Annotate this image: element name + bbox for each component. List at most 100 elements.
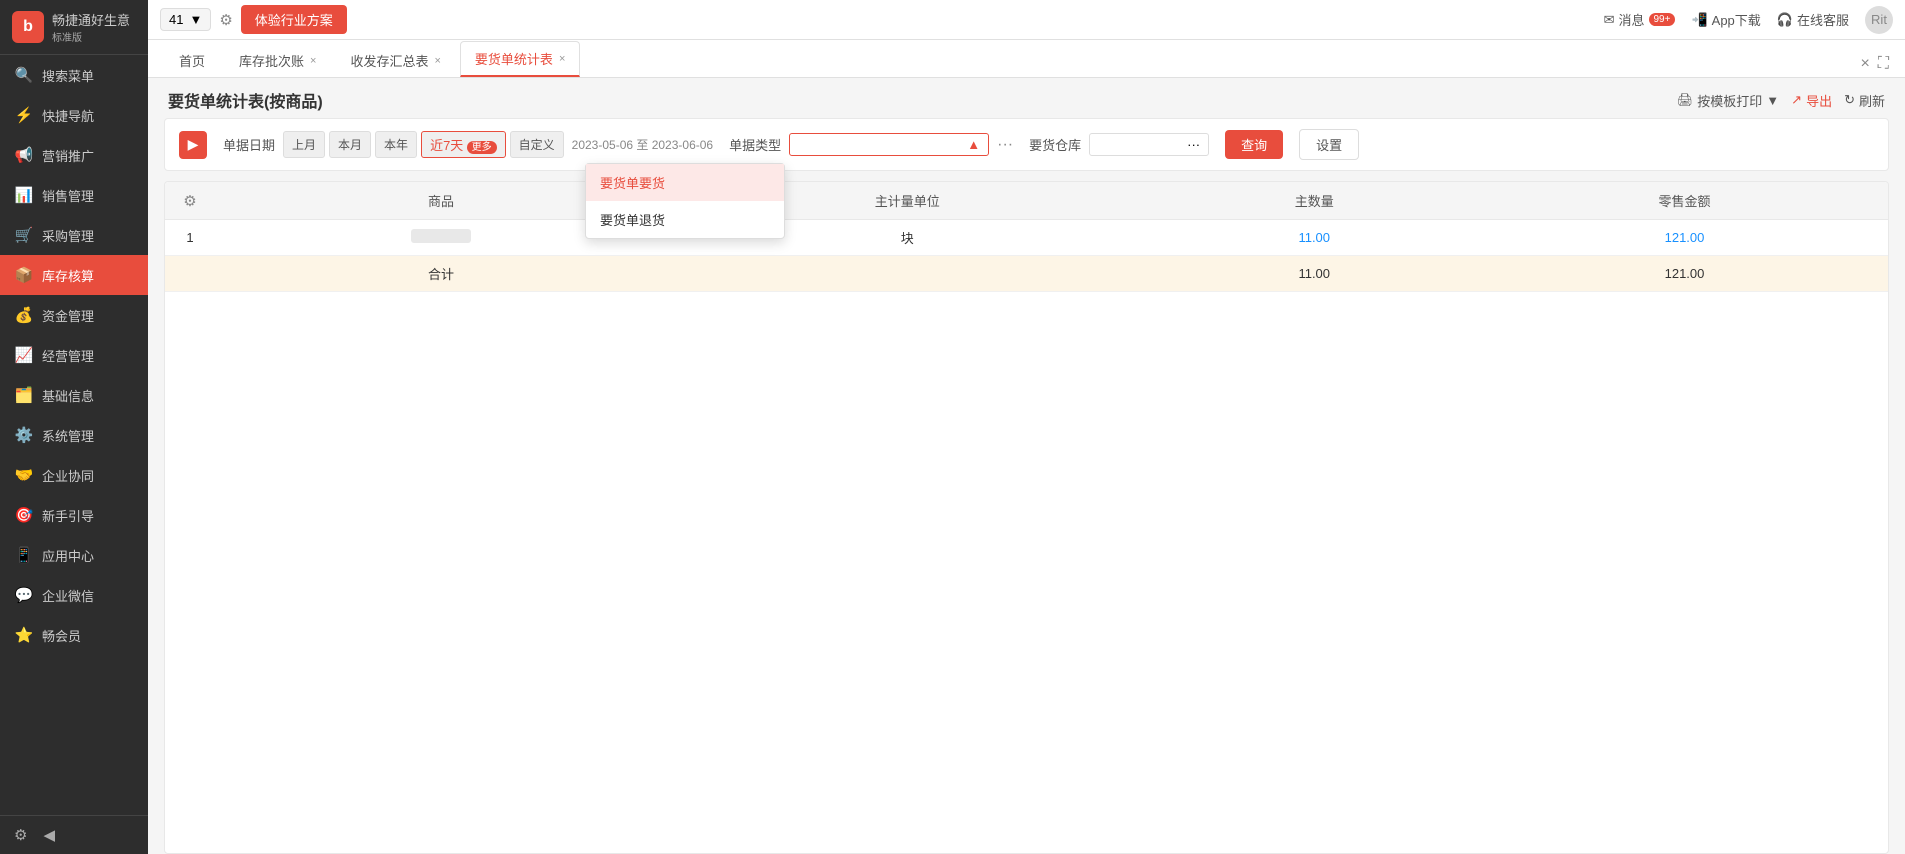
date-more-badge: 更多 xyxy=(467,141,497,154)
sidebar-item-marketing[interactable]: 📢 营销推广 xyxy=(0,135,148,175)
settings-icon[interactable]: ⚙ xyxy=(14,826,27,844)
sidebar-item-label-wechat: 企业微信 xyxy=(42,586,94,605)
sidebar-item-finance[interactable]: 💰 资金管理 xyxy=(0,295,148,335)
sidebar-item-appstore[interactable]: 📱 应用中心 xyxy=(0,535,148,575)
online-service-item[interactable]: 🎧 在线客服 xyxy=(1777,10,1849,29)
col-amount: 零售金额 xyxy=(1481,182,1888,220)
print-arrow: ▼ xyxy=(1766,93,1779,108)
messages-label: 消息 xyxy=(1618,10,1644,29)
data-table-wrap: ⚙ 商品 主计量单位 主数量 零售金额 1 块 xyxy=(164,181,1889,854)
service-icon: 🎧 xyxy=(1777,12,1793,28)
store-selector-text: 41 xyxy=(169,12,183,27)
query-button[interactable]: 查询 xyxy=(1225,130,1283,159)
sidebar-item-label-shortcut: 快捷导航 xyxy=(42,106,94,125)
enterprise-icon: 🤝 xyxy=(14,465,34,485)
footer-amount: 121.00 xyxy=(1481,256,1888,292)
date-btn-custom[interactable]: 自定义 xyxy=(510,131,564,158)
print-label: 按模板打印 xyxy=(1697,91,1762,110)
date-btn-last-month[interactable]: 上月 xyxy=(283,131,325,158)
sales-icon: 📊 xyxy=(14,185,34,205)
sidebar-item-purchase[interactable]: 🛒 采购管理 xyxy=(0,215,148,255)
sidebar-item-inventory[interactable]: 📦 库存核算 xyxy=(0,255,148,295)
refresh-label: 刷新 xyxy=(1859,91,1885,110)
refresh-action[interactable]: ↻ 刷新 xyxy=(1844,91,1885,110)
tab-order-summary-close[interactable]: × xyxy=(559,53,565,65)
print-action[interactable]: 🖨 按模板打印 ▼ xyxy=(1677,91,1779,110)
basic-icon: 🗂️ xyxy=(14,385,34,405)
sidebar-item-shortcut[interactable]: ⚡ 快捷导航 xyxy=(0,95,148,135)
dropdown-option-order-return[interactable]: 要货单退货 xyxy=(586,201,784,238)
tab-batch-account-close[interactable]: × xyxy=(310,55,316,67)
sidebar-item-system[interactable]: ⚙️ 系统管理 xyxy=(0,415,148,455)
date-filter-group: 单据日期 上月 本月 本年 近7天 更多 自定义 2023-05-06 至 20… xyxy=(223,131,713,158)
logo-icon: b xyxy=(12,11,44,43)
messages-item[interactable]: ✉ 消息 99+ xyxy=(1604,10,1676,29)
fullscreen-icon[interactable]: ⛶ xyxy=(1878,55,1889,73)
table-header-row: ⚙ 商品 主计量单位 主数量 零售金额 xyxy=(165,182,1888,220)
app-download-item[interactable]: 📲 App下载 xyxy=(1691,10,1760,29)
shortcut-icon: ⚡ xyxy=(14,105,34,125)
tab-extra-actions: × ⛶ xyxy=(1860,55,1889,77)
sidebar-logo: b 畅捷通好生意 标准版 xyxy=(0,0,148,55)
sidebar-item-label-finance: 资金管理 xyxy=(42,306,94,325)
table-row: 1 块 11.00 121.00 xyxy=(165,220,1888,256)
avatar-text: Rit xyxy=(1871,12,1887,27)
tab-order-summary[interactable]: 要货单统计表 × xyxy=(460,41,580,77)
export-label: 导出 xyxy=(1806,91,1832,110)
warehouse-filter-group: 要货仓库 ··· xyxy=(1029,133,1209,156)
sidebar-item-operations[interactable]: 📈 经营管理 xyxy=(0,335,148,375)
sidebar-item-search[interactable]: 🔍 搜索菜单 xyxy=(0,55,148,95)
date-btn-last-7-days[interactable]: 近7天 更多 xyxy=(421,131,506,158)
tab-receipt-summary-close[interactable]: × xyxy=(434,55,440,67)
col-qty: 主数量 xyxy=(1148,182,1482,220)
filter-more-icon[interactable]: ··· xyxy=(997,136,1013,154)
table-footer: 合计 11.00 121.00 xyxy=(165,256,1888,292)
print-icon: 🖨 xyxy=(1677,92,1694,108)
tab-receipt-summary[interactable]: 收发存汇总表 × xyxy=(335,43,455,77)
warehouse-dropdown[interactable]: ··· xyxy=(1089,133,1209,156)
logo-text-group: 畅捷通好生意 标准版 xyxy=(52,10,130,44)
logo-title: 畅捷通好生意 xyxy=(52,10,130,29)
content-area: 要货单统计表(按商品) 🖨 按模板打印 ▼ ↗ 导出 ↻ 刷新 ▶ xyxy=(148,78,1905,854)
page-actions: 🖨 按模板打印 ▼ ↗ 导出 ↻ 刷新 xyxy=(1677,91,1885,110)
close-all-icon[interactable]: × xyxy=(1860,55,1869,73)
sidebar-item-wechat[interactable]: 💬 企业微信 xyxy=(0,575,148,615)
date-btn-last-7-days-text: 近7天 xyxy=(430,138,463,153)
cell-amount[interactable]: 121.00 xyxy=(1481,220,1888,256)
settings-button[interactable]: 设置 xyxy=(1299,129,1359,160)
topbar-gear-icon[interactable]: ⚙ xyxy=(219,11,232,29)
warehouse-more-icon: ··· xyxy=(1187,137,1200,152)
sidebar: b 畅捷通好生意 标准版 🔍 搜索菜单 ⚡ 快捷导航 📢 营销推广 📊 销售管理… xyxy=(0,0,148,854)
sidebar-item-label-basic: 基础信息 xyxy=(42,386,94,405)
sidebar-item-sales[interactable]: 📊 销售管理 xyxy=(0,175,148,215)
tab-batch-account[interactable]: 库存批次账 × xyxy=(224,43,331,77)
data-table: ⚙ 商品 主计量单位 主数量 零售金额 1 块 xyxy=(165,182,1888,292)
column-settings-icon[interactable]: ⚙ xyxy=(183,193,196,210)
export-action[interactable]: ↗ 导出 xyxy=(1791,91,1832,110)
sidebar-item-newbie[interactable]: 🎯 新手引导 xyxy=(0,495,148,535)
type-dropdown-popup: 要货单要货 要货单退货 xyxy=(585,163,785,239)
dropdown-option-order-goods[interactable]: 要货单要货 xyxy=(586,164,784,201)
collapse-icon[interactable]: ◀ xyxy=(43,826,55,844)
sidebar-item-label-vip: 畅会员 xyxy=(42,626,81,645)
operations-icon: 📈 xyxy=(14,345,34,365)
cell-qty[interactable]: 11.00 xyxy=(1148,220,1482,256)
date-btn-this-month[interactable]: 本月 xyxy=(329,131,371,158)
sidebar-item-label-marketing: 营销推广 xyxy=(42,146,94,165)
sidebar-item-basic[interactable]: 🗂️ 基础信息 xyxy=(0,375,148,415)
filter-expand-button[interactable]: ▶ xyxy=(179,131,207,159)
type-dropdown[interactable]: ▲ xyxy=(789,133,989,156)
sidebar-item-enterprise[interactable]: 🤝 企业协同 xyxy=(0,455,148,495)
app-download-label: App下载 xyxy=(1712,10,1761,29)
system-icon: ⚙️ xyxy=(14,425,34,445)
user-avatar[interactable]: Rit xyxy=(1865,6,1893,34)
date-btn-this-year[interactable]: 本年 xyxy=(375,131,417,158)
finance-icon: 💰 xyxy=(14,305,34,325)
product-name-blur xyxy=(411,229,471,243)
table-body: 1 块 11.00 121.00 xyxy=(165,220,1888,256)
promo-button[interactable]: 体验行业方案 xyxy=(241,5,347,34)
store-selector[interactable]: 41 ▼ xyxy=(160,8,211,31)
sidebar-item-vip[interactable]: ⭐ 畅会员 xyxy=(0,615,148,655)
tab-home[interactable]: 首页 xyxy=(164,43,220,77)
export-icon: ↗ xyxy=(1791,92,1802,108)
